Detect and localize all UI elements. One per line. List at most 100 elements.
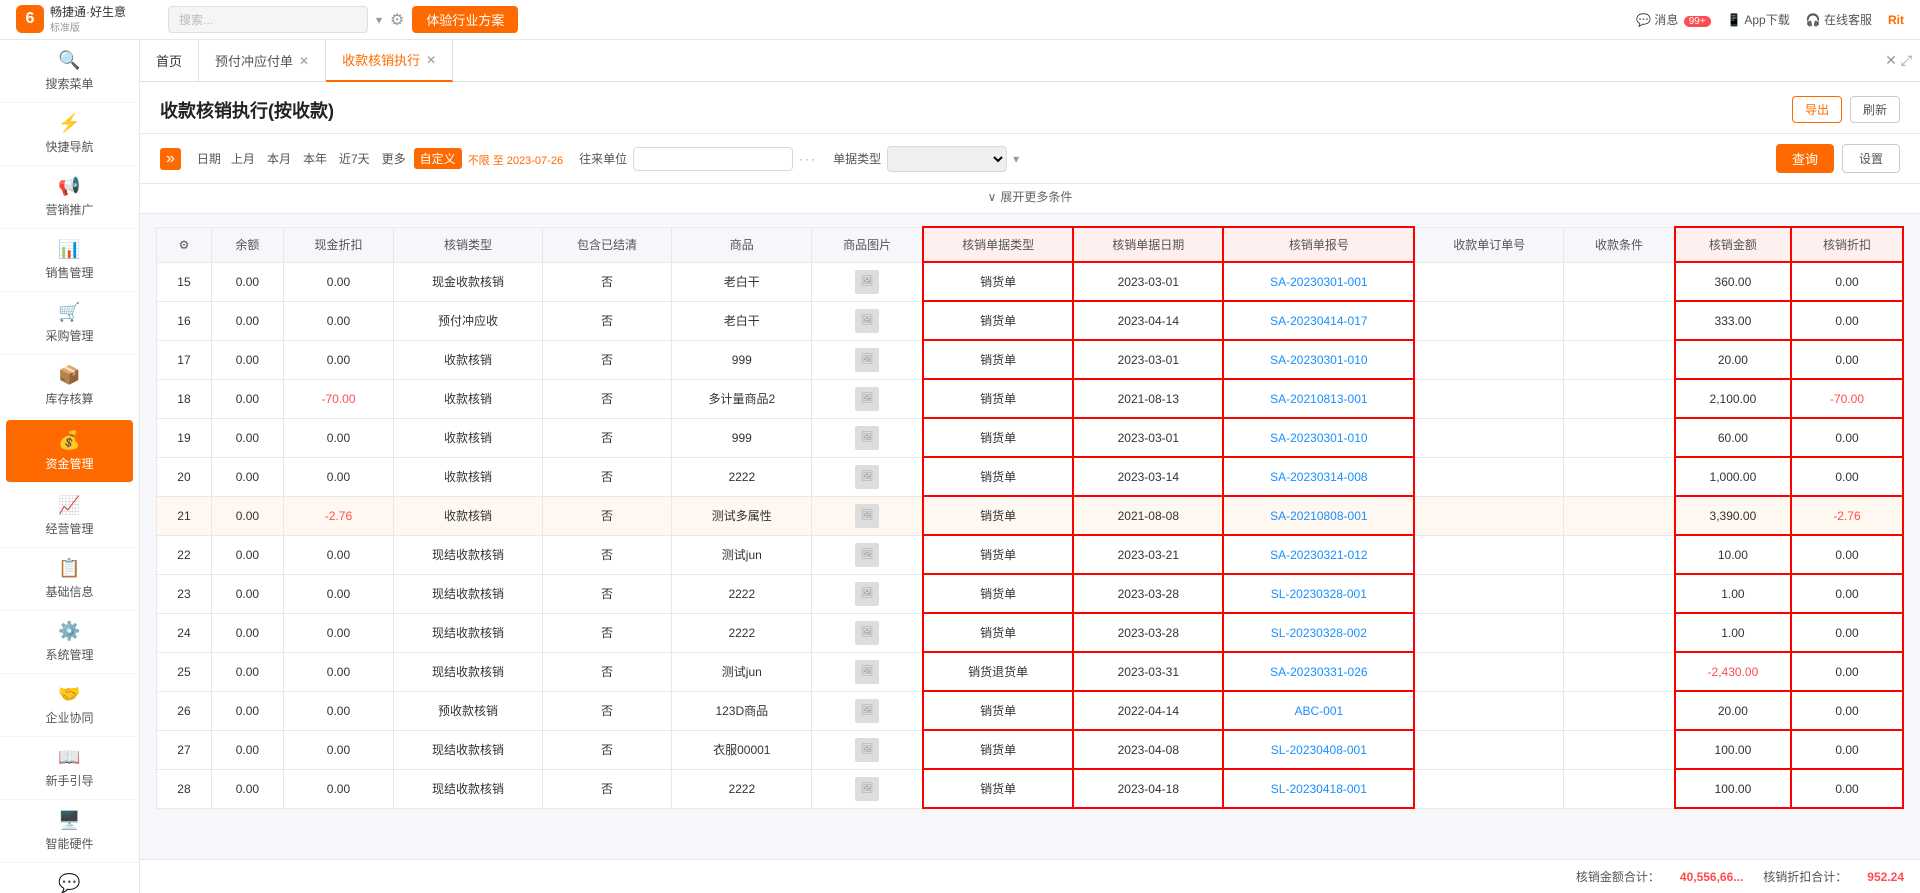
settings-button[interactable]: 设置	[1842, 144, 1900, 173]
online-service[interactable]: 🎧 在线客服	[1806, 11, 1872, 28]
cell-balance: 0.00	[211, 769, 283, 808]
cell-writeoff-bill-type: 销货单	[923, 418, 1073, 457]
message-area[interactable]: 💬 消息 99+	[1636, 11, 1711, 28]
cell-cash-discount: 0.00	[283, 262, 393, 301]
cell-writeoff-type: 现结收款核销	[394, 730, 543, 769]
sidebar-item-marketing[interactable]: 📢 营销推广	[0, 166, 139, 229]
user-name[interactable]: Rit	[1888, 13, 1904, 27]
cell-writeoff-bill-no[interactable]: ABC-001	[1223, 691, 1414, 730]
cell-writeoff-bill-no[interactable]: SA-20230414-017	[1223, 301, 1414, 340]
cell-writeoff-amount: -2,430.00	[1675, 652, 1791, 691]
sidebar-item-search[interactable]: 🔍 搜索菜单	[0, 40, 139, 103]
cell-writeoff-bill-no[interactable]: SA-20230301-010	[1223, 340, 1414, 379]
table-row: 23 0.00 0.00 现结收款核销 否 2222 🖼 销货单 2023-03…	[157, 574, 1904, 613]
th-gear[interactable]: ⚙	[157, 227, 212, 262]
expand-more-button[interactable]: ∨ 展开更多条件	[988, 188, 1073, 205]
cell-receipt-condition	[1564, 301, 1675, 340]
date-this-year[interactable]: 本年	[299, 148, 331, 169]
filter-expand-icon[interactable]: »	[160, 148, 181, 170]
tab-writeoff-close[interactable]: ✕	[426, 53, 436, 67]
bill-type-select[interactable]	[887, 146, 1007, 172]
cell-receipt-order-no	[1414, 301, 1563, 340]
from-unit-input[interactable]	[633, 147, 793, 171]
date-more[interactable]: 更多	[378, 148, 410, 169]
cell-id: 18	[157, 379, 212, 418]
date-last-7days[interactable]: 近7天	[335, 148, 374, 169]
tab-maximize[interactable]: ⤢	[1901, 52, 1912, 69]
cell-writeoff-bill-no[interactable]: SA-20210808-001	[1223, 496, 1414, 535]
settings-gear-icon[interactable]: ⚙	[390, 10, 404, 30]
cell-writeoff-bill-no[interactable]: SA-20210813-001	[1223, 379, 1414, 418]
sidebar-item-inventory[interactable]: 📦 库存核算	[0, 355, 139, 418]
cell-writeoff-bill-no[interactable]: SA-20230331-026	[1223, 652, 1414, 691]
tab-prepay[interactable]: 预付冲应付单 ✕	[199, 40, 326, 82]
sidebar-item-system[interactable]: ⚙️ 系统管理	[0, 611, 139, 674]
cell-product-img: 🖼	[812, 340, 923, 379]
cell-writeoff-amount: 100.00	[1675, 730, 1791, 769]
cell-writeoff-amount: 1.00	[1675, 574, 1791, 613]
cell-writeoff-amount: 60.00	[1675, 418, 1791, 457]
cell-writeoff-discount: -70.00	[1791, 379, 1903, 418]
cell-writeoff-bill-no[interactable]: SA-20230301-010	[1223, 418, 1414, 457]
date-last-month[interactable]: 上月	[227, 148, 259, 169]
cell-writeoff-discount: 0.00	[1791, 730, 1903, 769]
cell-writeoff-bill-date: 2023-03-28	[1073, 613, 1223, 652]
tab-prepay-close[interactable]: ✕	[299, 54, 309, 68]
sidebar-item-basic-info[interactable]: 📋 基础信息	[0, 548, 139, 611]
refresh-button[interactable]: 刷新	[1850, 96, 1900, 123]
dropdown-icon[interactable]: ▾	[376, 13, 382, 27]
cell-writeoff-bill-type: 销货单	[923, 262, 1073, 301]
cell-writeoff-type: 现结收款核销	[394, 652, 543, 691]
app-download[interactable]: 📱 App下载	[1727, 11, 1790, 28]
date-custom[interactable]: 自定义	[414, 148, 462, 169]
cell-writeoff-bill-type: 销货单	[923, 613, 1073, 652]
brand-name: 畅捷通·好生意	[50, 5, 126, 19]
tab-close-all[interactable]: ✕	[1885, 52, 1897, 69]
export-button[interactable]: 导出	[1792, 96, 1842, 123]
cell-writeoff-type: 现结收款核销	[394, 574, 543, 613]
sidebar-item-hardware[interactable]: 🖥️ 智能硬件	[0, 800, 139, 863]
table-row: 19 0.00 0.00 收款核销 否 999 🖼 销货单 2023-03-01…	[157, 418, 1904, 457]
sidebar-item-finance[interactable]: 💰 资金管理	[6, 420, 133, 483]
cell-balance: 0.00	[211, 379, 283, 418]
sidebar-label-operations: 经营管理	[45, 520, 93, 537]
sidebar-item-sales[interactable]: 📊 销售管理	[0, 229, 139, 292]
th-product-img: 商品图片	[812, 227, 923, 262]
cell-writeoff-type: 收款核销	[394, 418, 543, 457]
cell-writeoff-bill-no[interactable]: SA-20230314-008	[1223, 457, 1414, 496]
cell-receipt-order-no	[1414, 535, 1563, 574]
cell-balance: 0.00	[211, 340, 283, 379]
cell-writeoff-bill-no[interactable]: SL-20230408-001	[1223, 730, 1414, 769]
cell-writeoff-bill-no[interactable]: SL-20230328-001	[1223, 574, 1414, 613]
sidebar-item-purchase[interactable]: 🛒 采购管理	[0, 292, 139, 355]
cell-receipt-order-no	[1414, 418, 1563, 457]
expand-chevron-icon: ∨	[988, 190, 997, 204]
cell-writeoff-bill-type: 销货单	[923, 379, 1073, 418]
cell-id: 19	[157, 418, 212, 457]
cell-writeoff-bill-no[interactable]: SA-20230321-012	[1223, 535, 1414, 574]
tab-home[interactable]: 首页	[140, 40, 199, 82]
cell-writeoff-bill-no[interactable]: SL-20230328-002	[1223, 613, 1414, 652]
top-search-input[interactable]: 搜索...	[168, 6, 368, 33]
query-button[interactable]: 查询	[1776, 144, 1834, 173]
cell-writeoff-amount: 10.00	[1675, 535, 1791, 574]
tab-writeoff[interactable]: 收款核销执行 ✕	[326, 40, 453, 82]
sidebar-item-enterprise-collab[interactable]: 🤝 企业协同	[0, 674, 139, 737]
date-this-month[interactable]: 本月	[263, 148, 295, 169]
bill-type-dropdown-icon[interactable]: ▾	[1013, 152, 1019, 166]
sidebar-item-quick-nav[interactable]: ⚡ 快捷导航	[0, 103, 139, 166]
cell-writeoff-type: 收款核销	[394, 457, 543, 496]
cell-writeoff-amount: 333.00	[1675, 301, 1791, 340]
cell-writeoff-discount: 0.00	[1791, 262, 1903, 301]
industry-solution-button[interactable]: 体验行业方案	[412, 6, 518, 33]
cell-writeoff-bill-date: 2023-03-01	[1073, 262, 1223, 301]
sidebar-item-guide[interactable]: 📖 新手引导	[0, 737, 139, 800]
bill-type-filter: 单据类型 ▾	[833, 146, 1019, 172]
sidebar-item-operations[interactable]: 📈 经营管理	[0, 485, 139, 548]
cell-balance: 0.00	[211, 574, 283, 613]
th-receipt-order-no: 收款单订单号	[1414, 227, 1563, 262]
cell-writeoff-bill-no[interactable]: SL-20230418-001	[1223, 769, 1414, 808]
sidebar-item-wechat[interactable]: 💬 企业微信	[0, 863, 139, 893]
cell-writeoff-bill-no[interactable]: SA-20230301-001	[1223, 262, 1414, 301]
from-unit-dots: ···	[799, 152, 817, 166]
